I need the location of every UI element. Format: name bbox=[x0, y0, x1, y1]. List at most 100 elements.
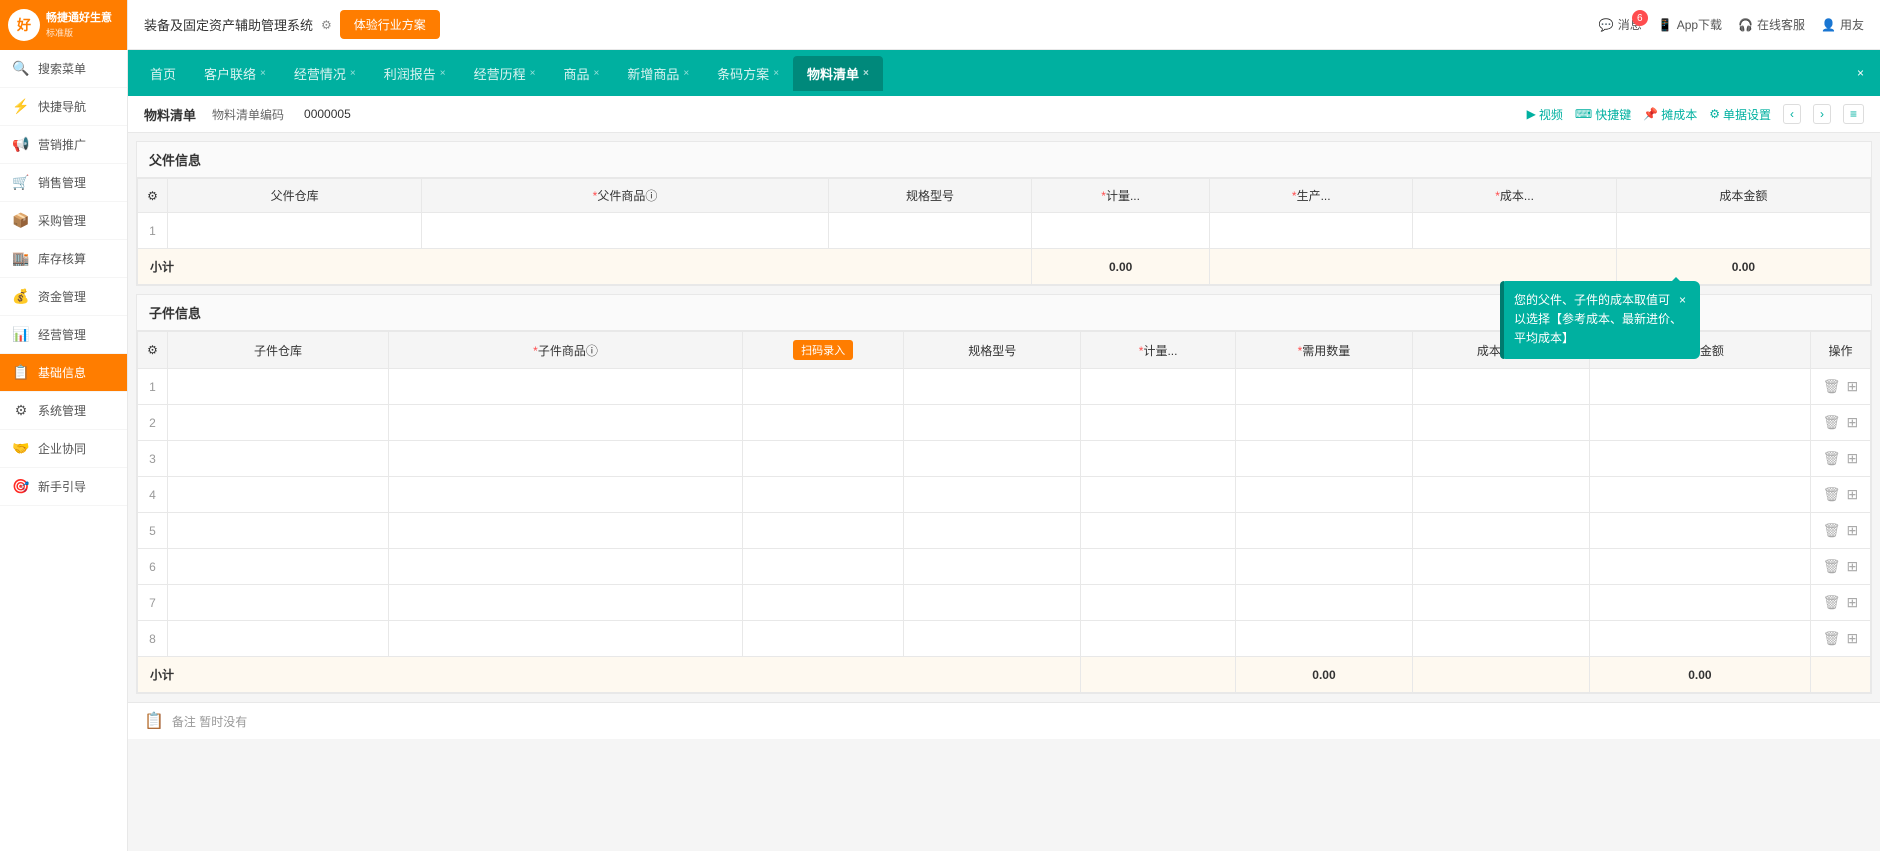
sidebar-item-经营管理[interactable]: 📊经营管理 bbox=[0, 316, 127, 354]
child-product-cell-2[interactable] bbox=[389, 441, 743, 477]
nav-tab-新增商品[interactable]: 新增商品 × bbox=[613, 56, 703, 91]
child-spec-cell-4[interactable] bbox=[904, 513, 1081, 549]
sidebar-item-基础信息[interactable]: 📋基础信息 bbox=[0, 354, 127, 392]
parent-cost-cell[interactable] bbox=[1413, 213, 1616, 249]
child-unitcost-cell-6[interactable] bbox=[1412, 585, 1589, 621]
nav-tab-物料清单[interactable]: 物料清单 × bbox=[793, 56, 883, 91]
child-unit-cell-2[interactable] bbox=[1081, 441, 1236, 477]
nav-tab-客户联络[interactable]: 客户联络 × bbox=[190, 56, 280, 91]
parent-product-cell[interactable] bbox=[422, 213, 829, 249]
child-unitcost-cell-7[interactable] bbox=[1412, 621, 1589, 657]
child-qty-cell-6[interactable] bbox=[1236, 585, 1413, 621]
prev-record-button[interactable]: ‹ bbox=[1783, 104, 1801, 124]
trial-button[interactable]: 体验行业方案 bbox=[340, 10, 440, 39]
child-product-cell-1[interactable] bbox=[389, 405, 743, 441]
messages-button[interactable]: 💬 消息 6 bbox=[1599, 16, 1642, 33]
delete-icon-2[interactable]: 🗑 bbox=[1823, 450, 1841, 467]
child-qty-cell-7[interactable] bbox=[1236, 621, 1413, 657]
delete-icon-5[interactable]: 🗑 bbox=[1823, 558, 1841, 575]
tab-close-4[interactable]: × bbox=[530, 68, 536, 79]
tab-close-8[interactable]: × bbox=[863, 68, 869, 79]
child-unitcost-cell-1[interactable] bbox=[1412, 405, 1589, 441]
child-warehouse-cell-6[interactable] bbox=[168, 585, 389, 621]
sidebar-item-快捷导航[interactable]: ⚡快捷导航 bbox=[0, 88, 127, 126]
child-product-cell-3[interactable] bbox=[389, 477, 743, 513]
parent-warehouse-cell[interactable] bbox=[168, 213, 422, 249]
child-unit-cell-3[interactable] bbox=[1081, 477, 1236, 513]
nav-tab-首页[interactable]: 首页 bbox=[136, 56, 190, 91]
nav-tab-商品[interactable]: 商品 × bbox=[549, 56, 613, 91]
sidebar-item-资金管理[interactable]: 💰资金管理 bbox=[0, 278, 127, 316]
tooltip-close-button[interactable]: × bbox=[1679, 291, 1686, 310]
copy-icon-1[interactable]: ⊞ bbox=[1847, 414, 1859, 431]
child-qty-cell-5[interactable] bbox=[1236, 549, 1413, 585]
child-spec-cell-1[interactable] bbox=[904, 405, 1081, 441]
copy-icon-3[interactable]: ⊞ bbox=[1847, 486, 1859, 503]
nav-tab-经营历程[interactable]: 经营历程 × bbox=[460, 56, 550, 91]
child-spec-cell-0[interactable] bbox=[904, 369, 1081, 405]
sidebar-item-企业协同[interactable]: 🤝企业协同 bbox=[0, 430, 127, 468]
child-unit-cell-7[interactable] bbox=[1081, 621, 1236, 657]
child-unitcost-cell-2[interactable] bbox=[1412, 441, 1589, 477]
delete-icon-3[interactable]: 🗑 bbox=[1823, 486, 1841, 503]
sub-action-视频[interactable]: ▶视频 bbox=[1527, 106, 1563, 123]
sidebar-item-销售管理[interactable]: 🛒销售管理 bbox=[0, 164, 127, 202]
tab-close-6[interactable]: × bbox=[683, 68, 689, 79]
view-toggle-button[interactable]: ≡ bbox=[1843, 104, 1864, 124]
delete-icon-1[interactable]: 🗑 bbox=[1823, 414, 1841, 431]
nav-tab-条码方案[interactable]: 条码方案 × bbox=[703, 56, 793, 91]
online-support-button[interactable]: 🎧 在线客服 bbox=[1738, 16, 1805, 33]
child-unit-cell-1[interactable] bbox=[1081, 405, 1236, 441]
delete-icon-0[interactable]: 🗑 bbox=[1823, 378, 1841, 395]
copy-icon-4[interactable]: ⊞ bbox=[1847, 522, 1859, 539]
child-product-cell-5[interactable] bbox=[389, 549, 743, 585]
sidebar-item-营销推广[interactable]: 📢营销推广 bbox=[0, 126, 127, 164]
sub-action-摊成本[interactable]: 📌摊成本 bbox=[1643, 106, 1697, 123]
next-record-button[interactable]: › bbox=[1813, 104, 1831, 124]
close-all-tabs[interactable]: × bbox=[1849, 62, 1872, 84]
app-download-button[interactable]: 📱 App下载 bbox=[1658, 16, 1722, 33]
sidebar-item-新手引导[interactable]: 🎯新手引导 bbox=[0, 468, 127, 506]
user-button[interactable]: 👤 用友 bbox=[1821, 16, 1864, 33]
child-qty-cell-0[interactable] bbox=[1236, 369, 1413, 405]
tab-close-7[interactable]: × bbox=[773, 68, 779, 79]
tab-close-5[interactable]: × bbox=[593, 68, 599, 79]
sub-action-单据设置[interactable]: ⚙单据设置 bbox=[1709, 106, 1771, 123]
child-warehouse-cell-0[interactable] bbox=[168, 369, 389, 405]
child-warehouse-cell-1[interactable] bbox=[168, 405, 389, 441]
child-unit-cell-5[interactable] bbox=[1081, 549, 1236, 585]
child-warehouse-cell-3[interactable] bbox=[168, 477, 389, 513]
child-qty-cell-2[interactable] bbox=[1236, 441, 1413, 477]
child-product-cell-4[interactable] bbox=[389, 513, 743, 549]
copy-icon-6[interactable]: ⊞ bbox=[1847, 594, 1859, 611]
nav-tab-利润报告[interactable]: 利润报告 × bbox=[370, 56, 460, 91]
nav-tab-经营情况[interactable]: 经营情况 × bbox=[280, 56, 370, 91]
parent-prod-cell[interactable] bbox=[1210, 213, 1413, 249]
child-warehouse-cell-2[interactable] bbox=[168, 441, 389, 477]
tab-close-3[interactable]: × bbox=[440, 68, 446, 79]
child-unitcost-cell-0[interactable] bbox=[1412, 369, 1589, 405]
tab-close-2[interactable]: × bbox=[350, 68, 356, 79]
child-unitcost-cell-3[interactable] bbox=[1412, 477, 1589, 513]
child-spec-cell-7[interactable] bbox=[904, 621, 1081, 657]
copy-icon-5[interactable]: ⊞ bbox=[1847, 558, 1859, 575]
child-qty-cell-4[interactable] bbox=[1236, 513, 1413, 549]
child-warehouse-cell-5[interactable] bbox=[168, 549, 389, 585]
child-qty-cell-3[interactable] bbox=[1236, 477, 1413, 513]
child-unit-cell-6[interactable] bbox=[1081, 585, 1236, 621]
child-product-cell-6[interactable] bbox=[389, 585, 743, 621]
child-warehouse-cell-7[interactable] bbox=[168, 621, 389, 657]
child-warehouse-cell-4[interactable] bbox=[168, 513, 389, 549]
sidebar-item-库存核算[interactable]: 🏬库存核算 bbox=[0, 240, 127, 278]
sidebar-item-系统管理[interactable]: ⚙系统管理 bbox=[0, 392, 127, 430]
child-spec-cell-2[interactable] bbox=[904, 441, 1081, 477]
child-unit-cell-0[interactable] bbox=[1081, 369, 1236, 405]
child-spec-cell-5[interactable] bbox=[904, 549, 1081, 585]
delete-icon-7[interactable]: 🗑 bbox=[1823, 630, 1841, 647]
copy-icon-0[interactable]: ⊞ bbox=[1847, 378, 1859, 395]
sidebar-item-搜索菜单[interactable]: 🔍搜索菜单 bbox=[0, 50, 127, 88]
child-qty-cell-1[interactable] bbox=[1236, 405, 1413, 441]
scan-input-button[interactable]: 扫码录入 bbox=[793, 340, 853, 360]
child-unit-cell-4[interactable] bbox=[1081, 513, 1236, 549]
settings-icon[interactable]: ⚙ bbox=[321, 18, 332, 32]
